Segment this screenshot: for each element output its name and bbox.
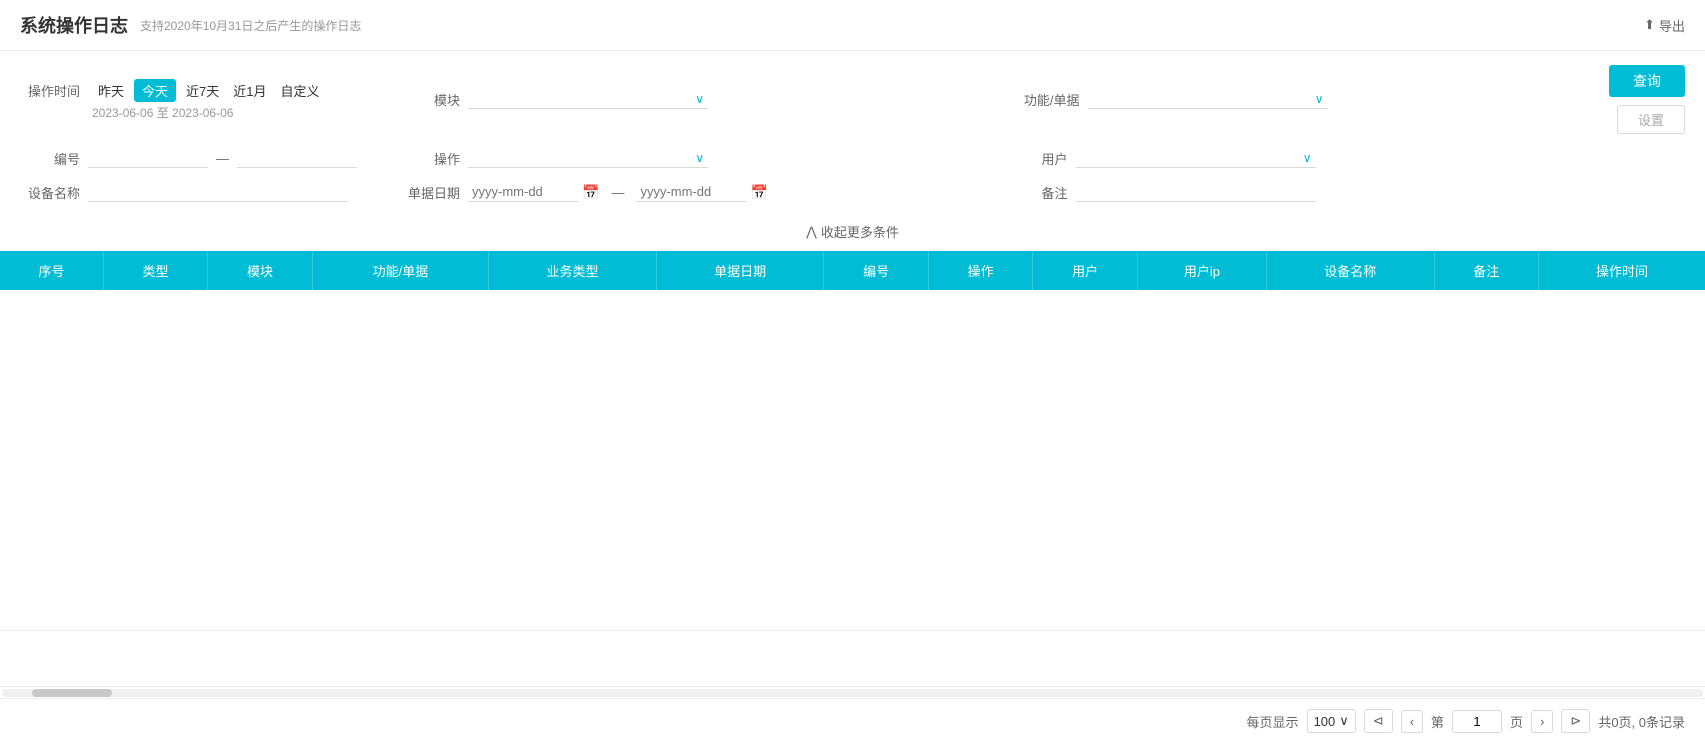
user-select[interactable]: ∨	[1076, 149, 1316, 168]
page-summary: 共0页, 0条记录	[1598, 712, 1685, 731]
page-next-button[interactable]: ›	[1531, 710, 1553, 733]
number-input-end[interactable]	[237, 148, 357, 168]
collapse-icon: ⋀	[806, 224, 817, 240]
operation-chevron-icon: ∨	[695, 151, 704, 165]
col-type: 类型	[103, 251, 207, 290]
time-range-display: 2023-06-06 至 2023-06-06	[88, 106, 233, 120]
module-label: 模块	[400, 90, 460, 109]
remark-input[interactable]	[1076, 182, 1316, 202]
col-remark: 备注	[1434, 251, 1538, 290]
number-label: 编号	[20, 149, 80, 168]
time-option-7days[interactable]: 近7天	[182, 79, 223, 102]
operation-select[interactable]: ∨	[468, 149, 708, 168]
pagination-bar: 每页显示 100 ∨ ⊲ ‹ 第 页 › ⊳ 共0页, 0条记录	[0, 698, 1705, 743]
col-optime: 操作时间	[1539, 251, 1705, 290]
per-page-chevron-icon: ∨	[1339, 713, 1349, 729]
date-start-input[interactable]	[468, 182, 578, 202]
col-user: 用户	[1033, 251, 1137, 290]
settings-button[interactable]: 设置	[1617, 105, 1685, 134]
module-chevron-icon: ∨	[695, 92, 704, 106]
calendar-end-icon[interactable]: 📅	[750, 184, 767, 201]
page-title: 系统操作日志	[20, 12, 128, 38]
function-select[interactable]: ∨	[1088, 90, 1328, 109]
page-subtitle: 支持2020年10月31日之后产生的操作日志	[140, 17, 361, 34]
col-operation: 操作	[928, 251, 1032, 290]
number-input-start[interactable]	[88, 148, 208, 168]
page-unit-label: 页	[1510, 712, 1523, 731]
col-number: 编号	[824, 251, 928, 290]
col-module: 模块	[208, 251, 312, 290]
data-table: 序号 类型 模块 功能/单据 业务类型 单据日期 编号 操作 用户 用户ip 设…	[0, 251, 1705, 631]
time-option-custom[interactable]: 自定义	[277, 79, 324, 102]
page-number-input[interactable]	[1452, 710, 1502, 733]
device-label: 设备名称	[20, 183, 80, 202]
remark-label: 备注	[998, 183, 1068, 202]
per-page-select[interactable]: 100 ∨	[1307, 709, 1356, 733]
export-icon: ⬆	[1644, 17, 1655, 33]
page-last-button[interactable]: ⊳	[1561, 709, 1590, 733]
operation-label: 操作	[400, 149, 460, 168]
calendar-start-icon[interactable]: 📅	[582, 184, 599, 201]
col-device: 设备名称	[1266, 251, 1434, 290]
time-label: 操作时间	[20, 81, 80, 100]
time-option-today[interactable]: 今天	[134, 79, 176, 102]
function-chevron-icon: ∨	[1315, 92, 1324, 106]
device-input[interactable]	[88, 182, 348, 202]
user-label: 用户	[998, 149, 1068, 168]
horizontal-scrollbar[interactable]	[0, 686, 1705, 698]
page-first-button[interactable]: ⊲	[1364, 709, 1393, 733]
time-option-1month[interactable]: 近1月	[229, 79, 270, 102]
empty-area	[0, 290, 1705, 630]
page-prev-button[interactable]: ‹	[1401, 710, 1423, 733]
time-option-yesterday[interactable]: 昨天	[94, 79, 128, 102]
number-separator: —	[216, 151, 229, 166]
date-end-input[interactable]	[636, 182, 746, 202]
bill-date-label: 单据日期	[400, 183, 460, 202]
col-index: 序号	[0, 251, 103, 290]
col-userip: 用户ip	[1137, 251, 1266, 290]
export-button[interactable]: ⬆ 导出	[1644, 16, 1685, 35]
col-function: 功能/单据	[312, 251, 488, 290]
function-label: 功能/单据	[1010, 90, 1080, 109]
query-button[interactable]: 查询	[1609, 65, 1685, 97]
collapse-button[interactable]: ⋀ 收起更多条件	[806, 222, 899, 241]
per-page-label: 每页显示	[1247, 712, 1299, 731]
page-prefix-label: 第	[1431, 712, 1444, 731]
col-billdate: 单据日期	[656, 251, 824, 290]
module-select[interactable]: ∨	[468, 90, 708, 109]
col-biztype: 业务类型	[489, 251, 657, 290]
user-chevron-icon: ∨	[1303, 151, 1312, 165]
